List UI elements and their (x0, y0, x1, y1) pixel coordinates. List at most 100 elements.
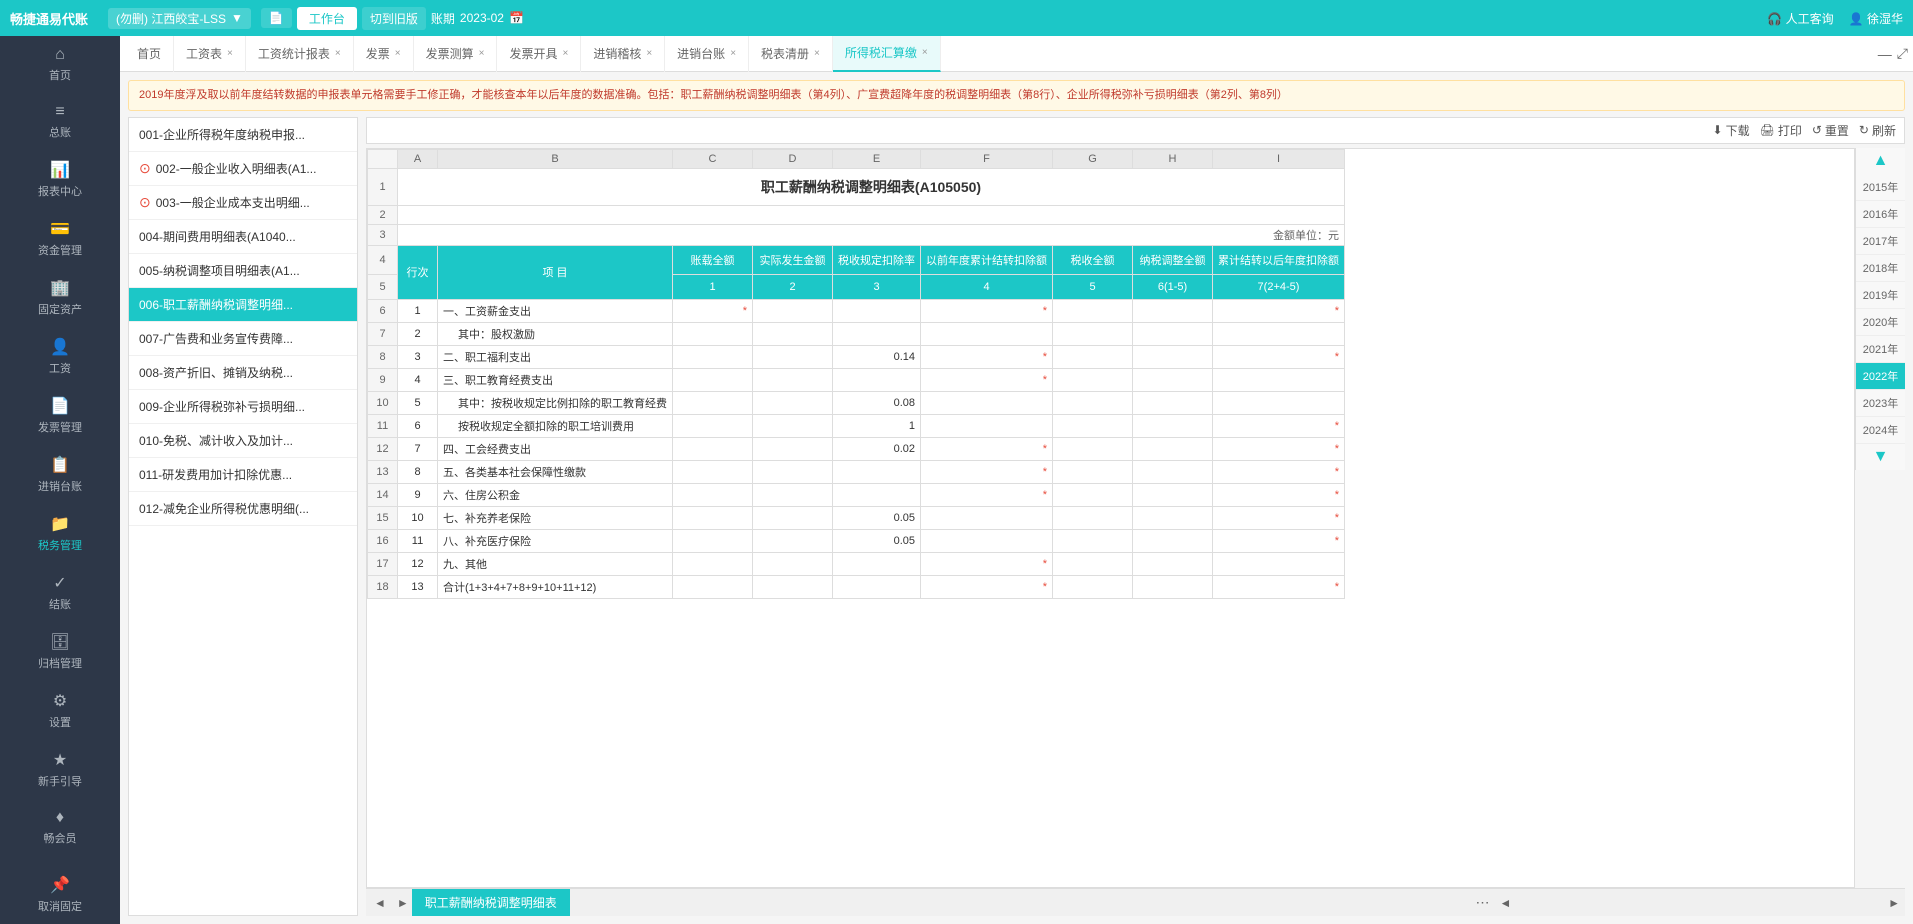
sidebar-item-invoice[interactable]: 📄 发票管理 (0, 386, 120, 445)
sidebar-item-vip[interactable]: ♦ 畅会员 (0, 799, 120, 856)
sidebar-item-payroll[interactable]: 👤 工资 (0, 327, 120, 386)
table-row[interactable]: 6 1 一、工资薪金支出 * * (368, 299, 1345, 322)
sidebar-item-assets[interactable]: 🏢 固定资产 (0, 268, 120, 327)
reset-btn[interactable]: ↺ 重置 (1812, 122, 1849, 139)
table-row[interactable]: 11 6 按税收规定全额扣除的职工培训费用 1 (368, 414, 1345, 437)
close-tab-income-tax[interactable]: × (922, 47, 928, 58)
tab-purchase-ledger[interactable]: 进销台账× (665, 36, 749, 72)
form-list-item-003[interactable]: ⊙ 003-一般企业成本支出明细... (129, 186, 357, 220)
table-row[interactable]: 12 7 四、工会经费支出 0.02 * (368, 437, 1345, 460)
form-list-item-010[interactable]: 010-免税、减计收入及加计... (129, 424, 357, 458)
form-list-item-012[interactable]: 012-减免企业所得税优惠明细(... (129, 492, 357, 526)
print-btn[interactable]: 🖨 打印 (1760, 122, 1802, 139)
table-row[interactable]: 18 13 合计(1+3+4+7+8+9+10+11+12) * (368, 575, 1345, 598)
form-list-item-005[interactable]: 005-纳税调整项目明细表(A1... (129, 254, 357, 288)
sidebar-item-close[interactable]: ✓ 结账 (0, 563, 120, 622)
sidebar-item-ledger[interactable]: ≡ 总账 (0, 93, 120, 150)
tab-income-tax[interactable]: 所得税汇算缴× (833, 36, 941, 72)
service-btn[interactable]: 🎧 人工客询 (1767, 10, 1833, 27)
toolbar: ⬇ 下载 🖨 打印 ↺ 重置 (366, 117, 1905, 144)
sheet-prev-btn[interactable]: ◄ (371, 896, 389, 910)
year-down-btn[interactable]: ▼ (1856, 444, 1905, 470)
maximize-btn[interactable]: ⤢ (1897, 45, 1908, 62)
close-tab-payroll[interactable]: × (227, 48, 233, 59)
sidebar-item-settings[interactable]: ⚙ 设置 (0, 681, 120, 740)
close-tab-tax-list[interactable]: × (814, 48, 820, 59)
spreadsheet-title: 职工薪酬纳税调整明细表(A105050) (398, 168, 1345, 205)
refresh-icon: ↻ (1859, 123, 1869, 137)
work-btn[interactable]: 工作台 (297, 7, 357, 30)
sidebar-item-tax[interactable]: 📁 税务管理 (0, 504, 120, 563)
close-tab-purchase-ledger[interactable]: × (730, 48, 736, 59)
table-row[interactable]: 17 12 九、其他 * (368, 552, 1345, 575)
close-tab-invoice-issue[interactable]: × (562, 48, 568, 59)
form-list-item-008[interactable]: 008-资产折旧、摊销及纳税... (129, 356, 357, 390)
sidebar-item-guide[interactable]: ★ 新手引导 (0, 740, 120, 799)
table-row[interactable]: 15 10 七、补充养老保险 0.05 (368, 506, 1345, 529)
switch-btn[interactable]: 切到旧版 (362, 7, 426, 30)
table-row[interactable]: 13 8 五、各类基本社会保障性缴款 * (368, 460, 1345, 483)
year-2024[interactable]: 2024年 (1856, 417, 1905, 444)
year-2020[interactable]: 2020年 (1856, 309, 1905, 336)
close-tab-payroll-stats[interactable]: × (335, 48, 341, 59)
form-list-item-006[interactable]: 006-职工薪酬纳税调整明细... (129, 288, 357, 322)
scroll-right-area[interactable]: ◄ ► (1500, 896, 1901, 910)
user-menu[interactable]: 👤 徐湿华 (1849, 10, 1903, 27)
form-list-item-009[interactable]: 009-企业所得税弥补亏损明细... (129, 390, 357, 424)
tab-invoice-issue[interactable]: 发票开具× (497, 36, 581, 72)
table-row[interactable]: 8 3 二、职工福利支出 0.14 * (368, 345, 1345, 368)
col-subheader-5: 5 (1053, 274, 1133, 299)
sidebar-item-purchase-sales[interactable]: 📋 进销台账 (0, 445, 120, 504)
form-list-item-004[interactable]: 004-期间费用明细表(A1040... (129, 220, 357, 254)
year-2022[interactable]: 2022年 (1856, 363, 1905, 390)
reports-icon: 📊 (50, 160, 70, 180)
close-tab-invoice[interactable]: × (395, 48, 401, 59)
year-2018[interactable]: 2018年 (1856, 255, 1905, 282)
close-tab-purchase-check[interactable]: × (646, 48, 652, 59)
form-list-item-002[interactable]: ⊙ 002-一般企业收入明细表(A1... (129, 152, 357, 186)
print-icon: 🖨 (1760, 123, 1775, 137)
tab-invoice[interactable]: 发票× (354, 36, 414, 72)
year-2016[interactable]: 2016年 (1856, 201, 1905, 228)
company-selector[interactable]: (勿删) 江西皎宝-LSS ▼ (108, 8, 251, 29)
col-subheader-6: 6(1-5) (1133, 274, 1213, 299)
col-A: A (398, 149, 438, 168)
form-list-item-011[interactable]: 011-研发费用加计扣除优惠... (129, 458, 357, 492)
table-row[interactable]: 7 2 其中：股权激励 (368, 322, 1345, 345)
year-2017[interactable]: 2017年 (1856, 228, 1905, 255)
header-right: 🎧 人工客询 👤 徐湿华 (1767, 10, 1903, 27)
sheet-next-btn[interactable]: ► (394, 896, 412, 910)
refresh-btn[interactable]: ↻ 刷新 (1859, 122, 1896, 139)
sheet-tab-main[interactable]: 职工薪酬纳税调整明细表 (412, 889, 570, 917)
close-tab-invoice-calc[interactable]: × (479, 48, 485, 59)
tab-payroll-stats[interactable]: 工资统计报表× (246, 36, 354, 72)
sheet-more-btn[interactable]: ⋯ (1476, 894, 1490, 911)
form-list-item-007[interactable]: 007-广告费和业务宣传费障... (129, 322, 357, 356)
collapse-tabs-btn[interactable]: — (1878, 45, 1892, 62)
tab-payroll[interactable]: 工资表× (174, 36, 246, 72)
sidebar-item-archive[interactable]: 🗄 归档管理 (0, 622, 120, 681)
sidebar-item-funds[interactable]: 💳 资金管理 (0, 209, 120, 268)
form-list-item-001[interactable]: 001-企业所得税年度纳税申报... (129, 118, 357, 152)
year-2023[interactable]: 2023年 (1856, 390, 1905, 417)
unpin-btn[interactable]: 📌 取消固定 (0, 865, 120, 924)
error-icon-003: ⊙ (139, 194, 151, 211)
sidebar-item-home[interactable]: ⌂ 首页 (0, 36, 120, 93)
tab-purchase-check[interactable]: 进销稽核× (581, 36, 665, 72)
year-up-btn[interactable]: ▲ (1856, 148, 1905, 174)
year-2015[interactable]: 2015年 (1856, 174, 1905, 201)
table-row[interactable]: 14 9 六、住房公积金 * (368, 483, 1345, 506)
tab-home[interactable]: 首页 (125, 36, 174, 72)
year-2019[interactable]: 2019年 (1856, 282, 1905, 309)
doc-btn[interactable]: 📄 (261, 8, 292, 28)
table-row[interactable]: 16 11 八、补充医疗保险 0.05 (368, 529, 1345, 552)
table-row[interactable]: 10 5 其中：按税收规定比例扣除的职工教育经费 0.08 (368, 391, 1345, 414)
tab-tax-list[interactable]: 税表清册× (749, 36, 833, 72)
row-num-header (368, 149, 398, 168)
year-2021[interactable]: 2021年 (1856, 336, 1905, 363)
download-btn[interactable]: ⬇ 下载 (1713, 122, 1750, 139)
sidebar-item-reports[interactable]: 📊 报表中心 (0, 150, 120, 209)
tab-invoice-calc[interactable]: 发票测算× (414, 36, 498, 72)
table-row[interactable]: 9 4 三、职工教育经费支出 * (368, 368, 1345, 391)
calendar-icon[interactable]: 📅 (509, 11, 524, 25)
